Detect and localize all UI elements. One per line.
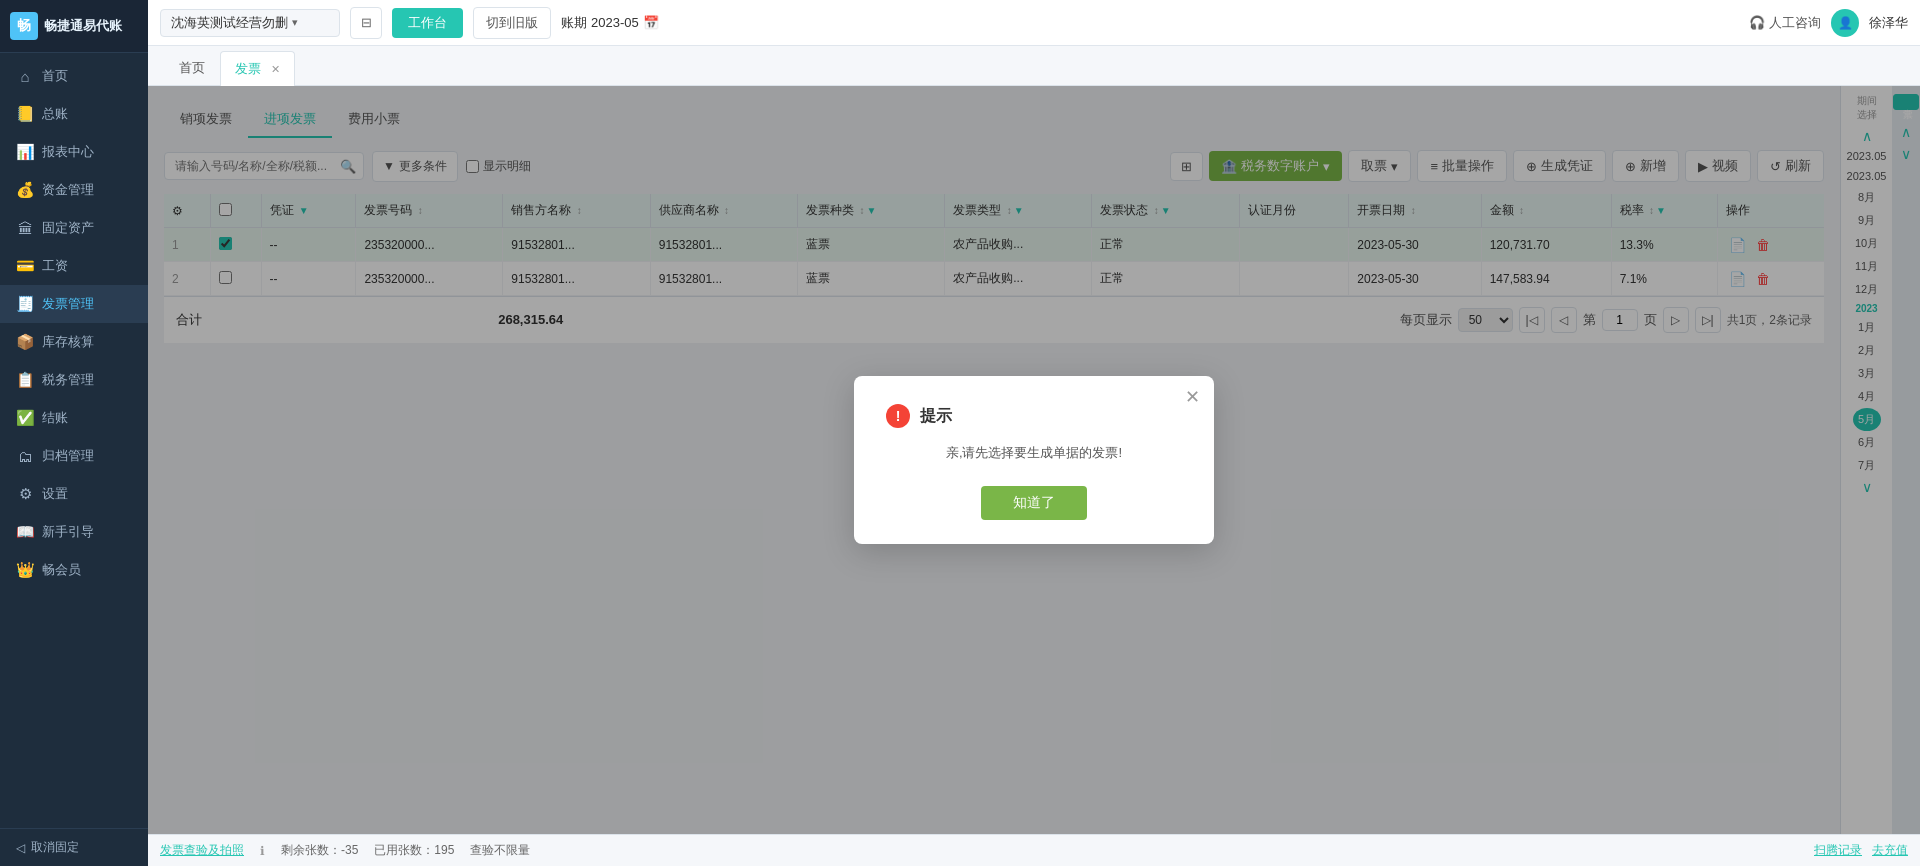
- sidebar-item-fixed-assets[interactable]: 🏛 固定资产: [0, 209, 148, 247]
- settings-icon: ⚙: [16, 485, 34, 503]
- pin-icon: ◁: [16, 841, 25, 855]
- sidebar-item-reports[interactable]: 📊 报表中心: [0, 133, 148, 171]
- sidebar-item-settings[interactable]: ⚙ 设置: [0, 475, 148, 513]
- cancel-pin-label: 取消固定: [31, 839, 79, 856]
- sidebar-item-guide[interactable]: 📖 新手引导: [0, 513, 148, 551]
- period-label: 账期: [561, 14, 587, 32]
- discrepancy-info: 查验不限量: [470, 842, 530, 859]
- sidebar-item-payroll[interactable]: 💳 工资: [0, 247, 148, 285]
- modal-confirm-button[interactable]: 知道了: [981, 486, 1087, 520]
- sidebar-inventory-label: 库存核算: [42, 333, 94, 351]
- invoice-icon: 🧾: [16, 295, 34, 313]
- period-value: 2023-05: [591, 15, 639, 30]
- topbar: 沈海英测试经营勿删 ▾ ⊟ 工作台 切到旧版 账期 2023-05 📅 🎧 人工…: [148, 0, 1920, 46]
- sidebar-fixed-assets-label: 固定资产: [42, 219, 94, 237]
- sidebar-item-ledger[interactable]: 📒 总账: [0, 95, 148, 133]
- sidebar-item-archive[interactable]: 🗂 归档管理: [0, 437, 148, 475]
- sidebar-footer-cancel-pin[interactable]: ◁ 取消固定: [0, 828, 148, 866]
- tab-invoice[interactable]: 发票 ✕: [220, 51, 295, 86]
- switch-version-button[interactable]: 切到旧版: [473, 7, 551, 39]
- tab-home[interactable]: 首页: [164, 50, 220, 85]
- modal-close-button[interactable]: ✕: [1185, 388, 1200, 406]
- used-count: 已用张数：195: [374, 842, 454, 859]
- sidebar: 畅 畅捷通易代账 ⌂ 首页 📒 总账 📊 报表中心 💰 资金管理 🏛 固定资产 💳 工资 🧾 发票管理 📦 库…: [0, 0, 148, 866]
- inventory-icon: 📦: [16, 333, 34, 351]
- sidebar-invoice-label: 发票管理: [42, 295, 94, 313]
- guide-icon: 📖: [16, 523, 34, 541]
- customer-service-button[interactable]: 🎧 人工咨询: [1749, 14, 1821, 32]
- info-icon: ℹ: [260, 844, 265, 858]
- service-label: 人工咨询: [1769, 14, 1821, 32]
- print-button[interactable]: ⊟: [350, 7, 382, 39]
- workspace-button[interactable]: 工作台: [392, 8, 463, 38]
- sidebar-item-inventory[interactable]: 📦 库存核算: [0, 323, 148, 361]
- period-display: 账期 2023-05 📅: [561, 14, 659, 32]
- tab-invoice-close[interactable]: ✕: [271, 63, 280, 75]
- sidebar-nav: ⌂ 首页 📒 总账 📊 报表中心 💰 资金管理 🏛 固定资产 💳 工资 🧾 发票管理 📦 库存核算 📋 税务管理 ✅…: [0, 53, 148, 828]
- tab-bar: 首页 发票 ✕: [148, 46, 1920, 86]
- modal-dialog: ✕ ! 提示 亲,请先选择要生成单据的发票! 知道了: [854, 376, 1214, 544]
- logo-text: 畅捷通易代账: [44, 17, 122, 35]
- calendar-icon[interactable]: 📅: [643, 15, 659, 30]
- sidebar-item-member[interactable]: 👑 畅会员: [0, 551, 148, 589]
- modal-warning-icon: !: [886, 404, 910, 428]
- company-selector[interactable]: 沈海英测试经营勿删 ▾: [160, 9, 340, 37]
- ledger-icon: 📒: [16, 105, 34, 123]
- modal-body: 亲,请先选择要生成单据的发票!: [886, 444, 1182, 462]
- sidebar-archive-label: 归档管理: [42, 447, 94, 465]
- sidebar-funds-label: 资金管理: [42, 181, 94, 199]
- sidebar-logo: 畅 畅捷通易代账: [0, 0, 148, 53]
- sidebar-home-label: 首页: [42, 67, 68, 85]
- sidebar-tax-label: 税务管理: [42, 371, 94, 389]
- main-area: 沈海英测试经营勿删 ▾ ⊟ 工作台 切到旧版 账期 2023-05 📅 🎧 人工…: [148, 0, 1920, 866]
- modal-title: 提示: [920, 406, 952, 427]
- modal-header: ! 提示: [886, 404, 1182, 428]
- company-name: 沈海英测试经营勿删: [171, 14, 288, 32]
- sidebar-payroll-label: 工资: [42, 257, 68, 275]
- tab-invoice-label: 发票: [235, 61, 261, 76]
- modal-footer: 知道了: [886, 486, 1182, 520]
- archive-icon: 🗂: [16, 448, 34, 465]
- headset-icon: 🎧: [1749, 15, 1765, 30]
- settle-icon: ✅: [16, 409, 34, 427]
- sidebar-item-funds[interactable]: 💰 资金管理: [0, 171, 148, 209]
- chevron-down-icon: ▾: [292, 16, 298, 29]
- funds-icon: 💰: [16, 181, 34, 199]
- sidebar-guide-label: 新手引导: [42, 523, 94, 541]
- sidebar-reports-label: 报表中心: [42, 143, 94, 161]
- invoice-check-link[interactable]: 发票查验及拍照: [160, 842, 244, 859]
- sidebar-item-home[interactable]: ⌂ 首页: [0, 57, 148, 95]
- bottom-bar-right: 扫腾记录 去充值: [1814, 842, 1908, 859]
- sidebar-ledger-label: 总账: [42, 105, 68, 123]
- sidebar-settle-label: 结账: [42, 409, 68, 427]
- tab-home-label: 首页: [179, 60, 205, 75]
- reports-icon: 📊: [16, 143, 34, 161]
- sidebar-item-settle[interactable]: ✅ 结账: [0, 399, 148, 437]
- sidebar-member-label: 畅会员: [42, 561, 81, 579]
- sidebar-item-tax[interactable]: 📋 税务管理: [0, 361, 148, 399]
- bottom-bar: 发票查验及拍照 ℹ 剩余张数：-35 已用张数：195 查验不限量 扫腾记录 去…: [148, 834, 1920, 866]
- payroll-icon: 💳: [16, 257, 34, 275]
- sidebar-item-invoice[interactable]: 🧾 发票管理: [0, 285, 148, 323]
- fixed-assets-icon: 🏛: [16, 220, 34, 237]
- logo-icon: 畅: [10, 12, 38, 40]
- home-icon: ⌂: [16, 68, 34, 85]
- username-label: 徐泽华: [1869, 14, 1908, 32]
- user-avatar[interactable]: 👤: [1831, 9, 1859, 37]
- member-icon: 👑: [16, 561, 34, 579]
- recharge-link[interactable]: 去充值: [1872, 842, 1908, 859]
- scan-record-link[interactable]: 扫腾记录: [1814, 842, 1862, 859]
- printer-icon: ⊟: [361, 15, 372, 30]
- tax-icon: 📋: [16, 371, 34, 389]
- avatar-icon: 👤: [1838, 16, 1853, 30]
- content-area: 销项发票 进项发票 费用小票 🔍 ▼ 更多: [148, 86, 1920, 834]
- modal-overlay: ✕ ! 提示 亲,请先选择要生成单据的发票! 知道了: [148, 86, 1920, 834]
- remaining-count: 剩余张数：-35: [281, 842, 358, 859]
- sidebar-settings-label: 设置: [42, 485, 68, 503]
